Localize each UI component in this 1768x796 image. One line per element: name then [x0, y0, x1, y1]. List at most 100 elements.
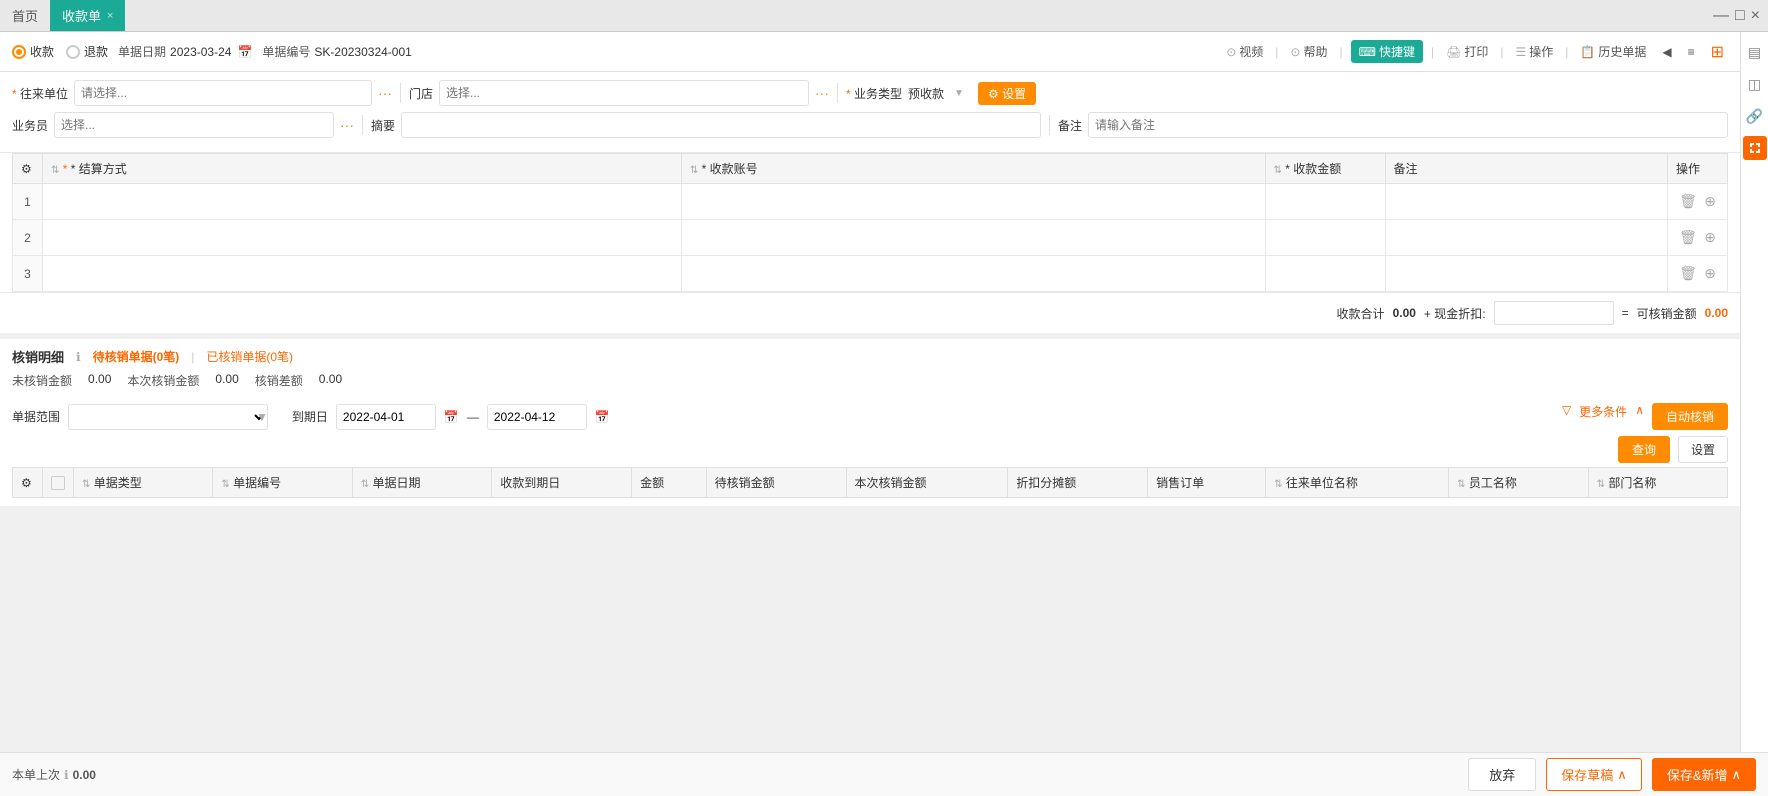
range-select[interactable] [68, 404, 268, 430]
salesman-input[interactable] [54, 112, 334, 138]
btn-help[interactable]: ⊙ 帮助 [1286, 41, 1331, 62]
account-cell-1[interactable] [681, 184, 1265, 220]
sidebar-panel-icon[interactable]: ◫ [1743, 72, 1767, 96]
date-to-input[interactable] [487, 404, 587, 430]
more-conditions-label[interactable]: 更多条件 [1579, 403, 1627, 430]
verify-filter-row: 单据范围 ▼ 到期日 📅 — 📅 ▽ 更多条件 ∧ 自动核销 [12, 397, 1728, 436]
col-current-header: 本次核销金额 [846, 468, 1008, 498]
counterpart-more-btn[interactable]: ··· [378, 85, 392, 101]
copy-icon-3[interactable]: ⊕ [1704, 265, 1716, 281]
gear-icon-bottom[interactable]: ⚙ [21, 476, 32, 490]
window-close-btn[interactable]: × [1751, 7, 1760, 25]
btn-operation[interactable]: ☰ 操作 [1511, 41, 1557, 62]
remark-input[interactable] [1088, 112, 1728, 138]
tab-close-btn[interactable]: × [107, 10, 113, 22]
operation-icon: ☰ [1515, 45, 1526, 59]
discount-input[interactable] [1494, 301, 1614, 325]
amount-cell-2[interactable] [1265, 220, 1385, 256]
dropdown-arrow-new[interactable]: ∧ [1731, 767, 1741, 783]
gear-icon[interactable]: ⚙ [21, 162, 32, 176]
account-cell-2[interactable] [681, 220, 1265, 256]
biz-type-label: 业务类型 [846, 85, 902, 102]
settle-cell-2[interactable] [43, 220, 682, 256]
maximize-btn[interactable]: □ [1735, 7, 1745, 25]
dropdown-arrow-draft[interactable]: ∧ [1617, 767, 1627, 783]
summary-group: 摘要 [371, 112, 1041, 138]
summary-input[interactable] [401, 112, 1041, 138]
radio-dot-tuikuan [66, 45, 80, 59]
btn-layout[interactable]: ≡ [1684, 43, 1699, 61]
btn-history[interactable]: 📋 历史单据 [1576, 41, 1650, 62]
info-icon[interactable]: ℹ [76, 350, 81, 364]
settle-cell-1[interactable] [43, 184, 682, 220]
remark-label: 备注 [1058, 117, 1082, 134]
salesman-more-btn[interactable]: ··· [340, 117, 354, 133]
btn-prev[interactable]: ◀ [1658, 43, 1675, 61]
delete-icon-3[interactable]: 🗑 [1679, 265, 1697, 281]
calendar-to-icon[interactable]: 📅 [595, 410, 610, 424]
print-icon: 🖨 [1446, 45, 1461, 59]
account-cell-3[interactable] [681, 256, 1265, 292]
store-more-btn[interactable]: ··· [815, 85, 829, 101]
remark-cell-2[interactable] [1385, 220, 1667, 256]
tab-bar: 首页 收款单 × — □ × [0, 0, 1768, 32]
chevron-up-icon[interactable]: ∧ [1635, 403, 1644, 430]
available-value: 0.00 [1705, 306, 1728, 320]
delete-icon-2[interactable]: 🗑 [1679, 229, 1697, 245]
biz-type-dropdown-icon[interactable]: ▼ [954, 88, 964, 99]
col-gear[interactable]: ⚙ [13, 154, 43, 184]
settings-btn[interactable]: ⚙ 设置 [978, 82, 1036, 105]
form-row-2: 业务员 ··· 摘要 备注 [12, 112, 1728, 138]
col-date-header: ⇅ 单据日期 [352, 468, 491, 498]
uncancelled-value: 0.00 [88, 372, 111, 389]
amount-cell-1[interactable] [1265, 184, 1385, 220]
radio-shoukuan[interactable]: 收款 [12, 43, 54, 60]
copy-icon-1[interactable]: ⊕ [1704, 193, 1716, 209]
btn-shortcut[interactable]: ⌨ 快捷键 [1351, 40, 1423, 63]
info-icon-footer[interactable]: ℹ [64, 768, 69, 782]
query-btn[interactable]: 查询 [1618, 436, 1670, 463]
uncancelled-label: 未核销金额 [12, 372, 72, 389]
settle-cell-3[interactable] [43, 256, 682, 292]
delete-icon-1[interactable]: 🗑 [1679, 193, 1697, 209]
settings-btn2[interactable]: 设置 [1678, 436, 1728, 463]
remark-cell-3[interactable] [1385, 256, 1667, 292]
btn-grid[interactable]: ⊞ [1707, 40, 1728, 64]
col-number-header: ⇅ 单据编号 [213, 468, 352, 498]
tab-receipt[interactable]: 收款单 × [50, 0, 125, 31]
sidebar-table-icon[interactable]: ▤ [1743, 40, 1767, 64]
actions-cell-3: 🗑 ⊕ [1668, 256, 1728, 292]
date-from-input[interactable] [336, 404, 436, 430]
calendar-icon[interactable]: 📅 [237, 45, 252, 59]
save-draft-btn[interactable]: 保存草稿 ∧ [1546, 758, 1642, 791]
sidebar-link-icon[interactable]: 🔗 [1743, 104, 1767, 128]
btn-video[interactable]: ⊙ 视频 [1222, 41, 1267, 62]
abandon-btn[interactable]: 放弃 [1468, 758, 1536, 791]
amount-cell-3[interactable] [1265, 256, 1385, 292]
last-label: 本单上次 [12, 766, 60, 783]
save-new-btn[interactable]: 保存&新增 ∧ [1652, 758, 1756, 791]
copy-icon-2[interactable]: ⊕ [1704, 229, 1716, 245]
remark-cell-1[interactable] [1385, 184, 1667, 220]
tab-done[interactable]: 已核销单据(0笔) [206, 348, 293, 365]
number-field: 单据编号 SK-20230324-001 [262, 43, 411, 60]
diff-value: 0.00 [319, 372, 342, 389]
filter-icon[interactable]: ▽ [1562, 403, 1571, 430]
header-checkbox[interactable] [51, 476, 65, 490]
minimize-btn[interactable]: — [1713, 7, 1729, 25]
tab-separator: | [191, 350, 194, 364]
col-type-header: ⇅ 单据类型 [74, 468, 213, 498]
store-group: 门店 ··· [409, 80, 829, 106]
tab-pending[interactable]: 待核销单据(0笔) [93, 348, 180, 365]
store-input[interactable] [439, 80, 809, 106]
verify-section: 核销明细 ℹ 待核销单据(0笔) | 已核销单据(0笔) 未核销金额 0.00 … [0, 339, 1740, 506]
video-icon: ⊙ [1226, 45, 1236, 59]
calendar-from-icon[interactable]: 📅 [444, 410, 459, 424]
radio-tuikuan[interactable]: 退款 [66, 43, 108, 60]
btn-print[interactable]: 🖨 打印 [1442, 41, 1492, 62]
sidebar-expand-icon[interactable] [1743, 136, 1767, 160]
tab-home[interactable]: 首页 [0, 0, 50, 31]
col-gear-bottom[interactable]: ⚙ [13, 468, 43, 498]
auto-cancel-btn[interactable]: 自动核销 [1652, 403, 1728, 430]
counterpart-input[interactable] [74, 80, 372, 106]
